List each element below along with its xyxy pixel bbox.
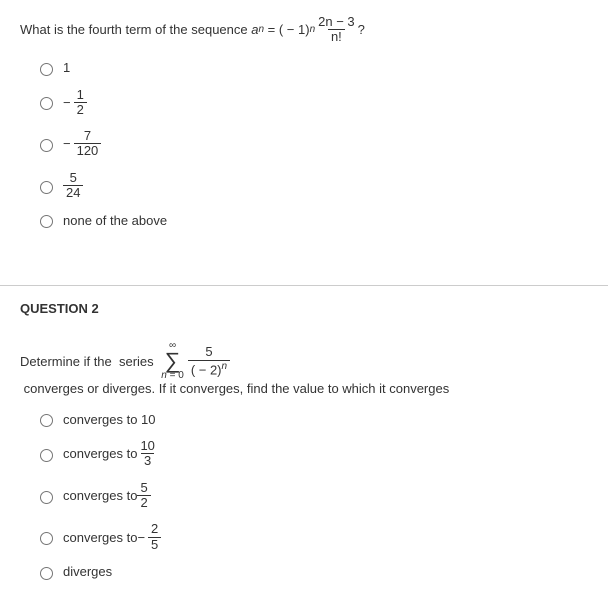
q2-radio-c[interactable] [40,491,53,504]
q2-text-post: converges or diverges. If it converges, … [20,381,449,396]
q2-title: QUESTION 2 [20,301,588,316]
q2-fraction: 5 ( − 2)n [188,345,230,377]
q2-radio-e[interactable] [40,567,53,580]
q1-radio-d[interactable] [40,181,53,194]
question-1: What is the fourth term of the sequence … [0,0,608,255]
q1-opt-e-label: none of the above [63,213,167,228]
question-separator [0,285,608,286]
q2-opt-b-label: converges to 10 3 [63,439,158,469]
q1-radio-b[interactable] [40,97,53,110]
q1-option-e: none of the above [35,212,588,228]
q2-opt-c-label: converges to 5 2 [63,481,151,511]
q1-formula: a n = ( − 1) n 2n − 3 n! ? [251,15,365,45]
q1-opt-c-label: − 7 120 [63,129,101,159]
q1-opt-d-label: 5 24 [63,171,83,201]
q2-option-d: converges to − 2 5 [35,522,588,552]
q1-opt-a-label: 1 [63,60,70,75]
q2-opt-d-label: converges to − 2 5 [63,522,161,552]
q2-radio-d[interactable] [40,532,53,545]
q1-option-c: − 7 120 [35,129,588,159]
question-2: Determine if the series ∞ ∑ n = 0 5 ( − … [0,326,608,607]
q2-option-e: diverges [35,564,588,580]
q1-radio-a[interactable] [40,63,53,76]
q1-radio-c[interactable] [40,139,53,152]
q2-radio-a[interactable] [40,414,53,427]
q2-prompt: Determine if the series ∞ ∑ n = 0 5 ( − … [20,341,588,396]
q2-text-pre: Determine if the series [20,354,157,369]
q1-fraction: 2n − 3 n! [315,15,358,45]
q2-option-c: converges to 5 2 [35,481,588,511]
q1-text-pre: What is the fourth term of the sequence [20,22,251,37]
q1-option-a: 1 [35,60,588,76]
q1-radio-e[interactable] [40,215,53,228]
sigma-icon: ∞ ∑ n = 0 [161,341,184,381]
q2-option-b: converges to 10 3 [35,439,588,469]
q2-option-a: converges to 10 [35,411,588,427]
q1-opt-b-label: − 1 2 [63,88,87,118]
q2-opt-a-label: converges to 10 [63,412,156,427]
q2-opt-e-label: diverges [63,564,112,579]
q1-prompt: What is the fourth term of the sequence … [20,15,588,45]
q1-option-b: − 1 2 [35,88,588,118]
q2-radio-b[interactable] [40,449,53,462]
q1-option-d: 5 24 [35,171,588,201]
